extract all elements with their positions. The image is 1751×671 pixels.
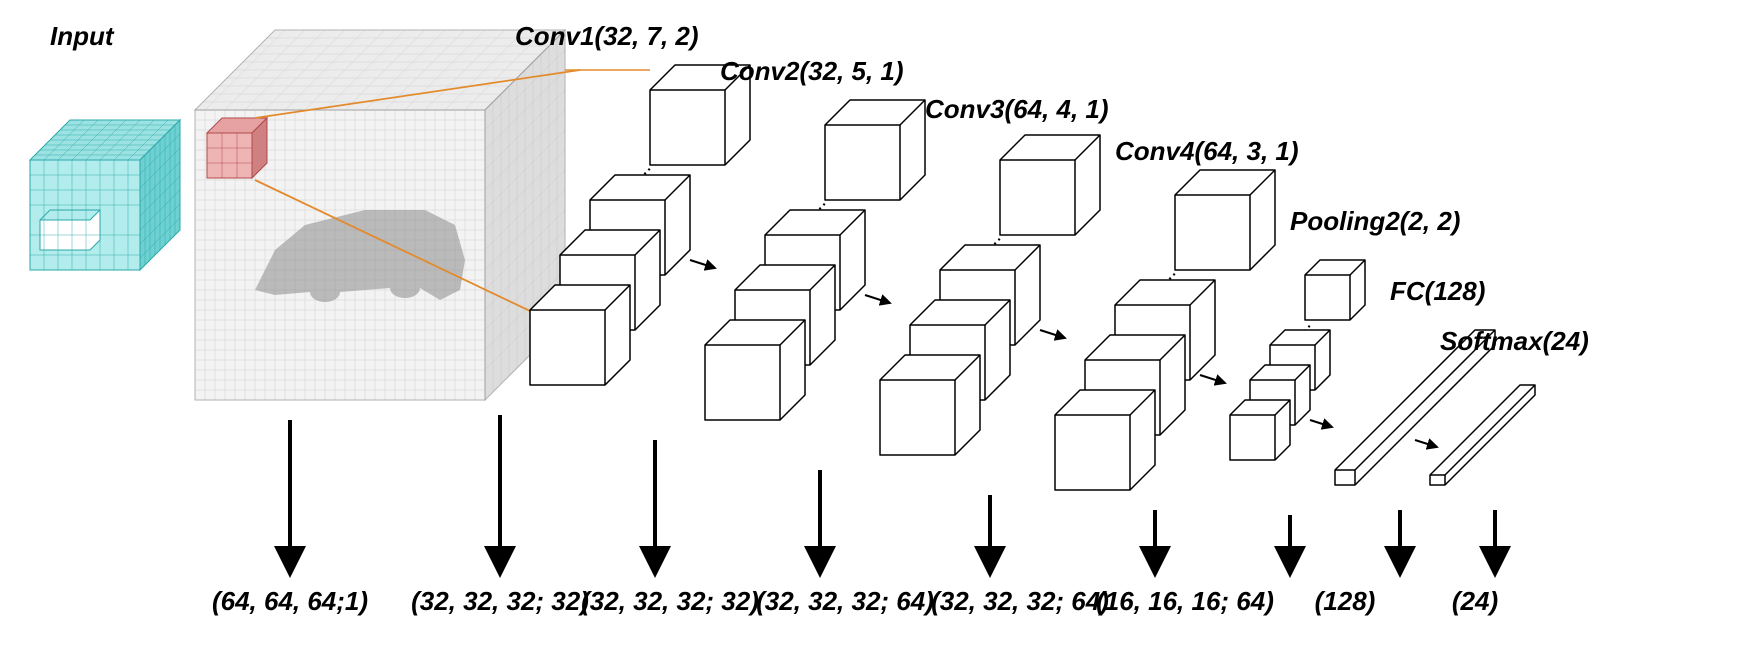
voxel-volume xyxy=(195,30,580,400)
shape-pool: (16, 16, 16; 64) xyxy=(1096,586,1274,616)
label-conv2: Conv2(32, 5, 1) xyxy=(720,56,904,86)
input-voxel-cube xyxy=(30,120,180,270)
label-pool: Pooling2(2, 2) xyxy=(1290,206,1460,236)
label-fc: FC(128) xyxy=(1390,276,1485,306)
label-conv4: Conv4(64, 3, 1) xyxy=(1115,136,1299,166)
shape-input: (64, 64, 64;1) xyxy=(212,586,368,616)
shape-softmax: (24) xyxy=(1452,586,1498,616)
softmax-block xyxy=(1430,385,1535,485)
architecture-diagram: Input xyxy=(0,0,1751,671)
label-conv1: Conv1(32, 7, 2) xyxy=(515,21,699,51)
shape-fc: (128) xyxy=(1315,586,1376,616)
shape-conv3: (32, 32, 32; 64) xyxy=(756,586,934,616)
input-label: Input xyxy=(50,21,115,51)
shape-conv2: (32, 32, 32; 32) xyxy=(581,586,759,616)
label-softmax: Softmax(24) xyxy=(1440,326,1589,356)
pooling-block: ... xyxy=(1230,260,1365,460)
receptive-field-cube xyxy=(207,118,267,178)
shape-conv4: (32, 32, 32; 64) xyxy=(931,586,1109,616)
shape-conv1: (32, 32, 32; 32) xyxy=(411,586,589,616)
label-conv3: Conv3(64, 4, 1) xyxy=(925,94,1109,124)
